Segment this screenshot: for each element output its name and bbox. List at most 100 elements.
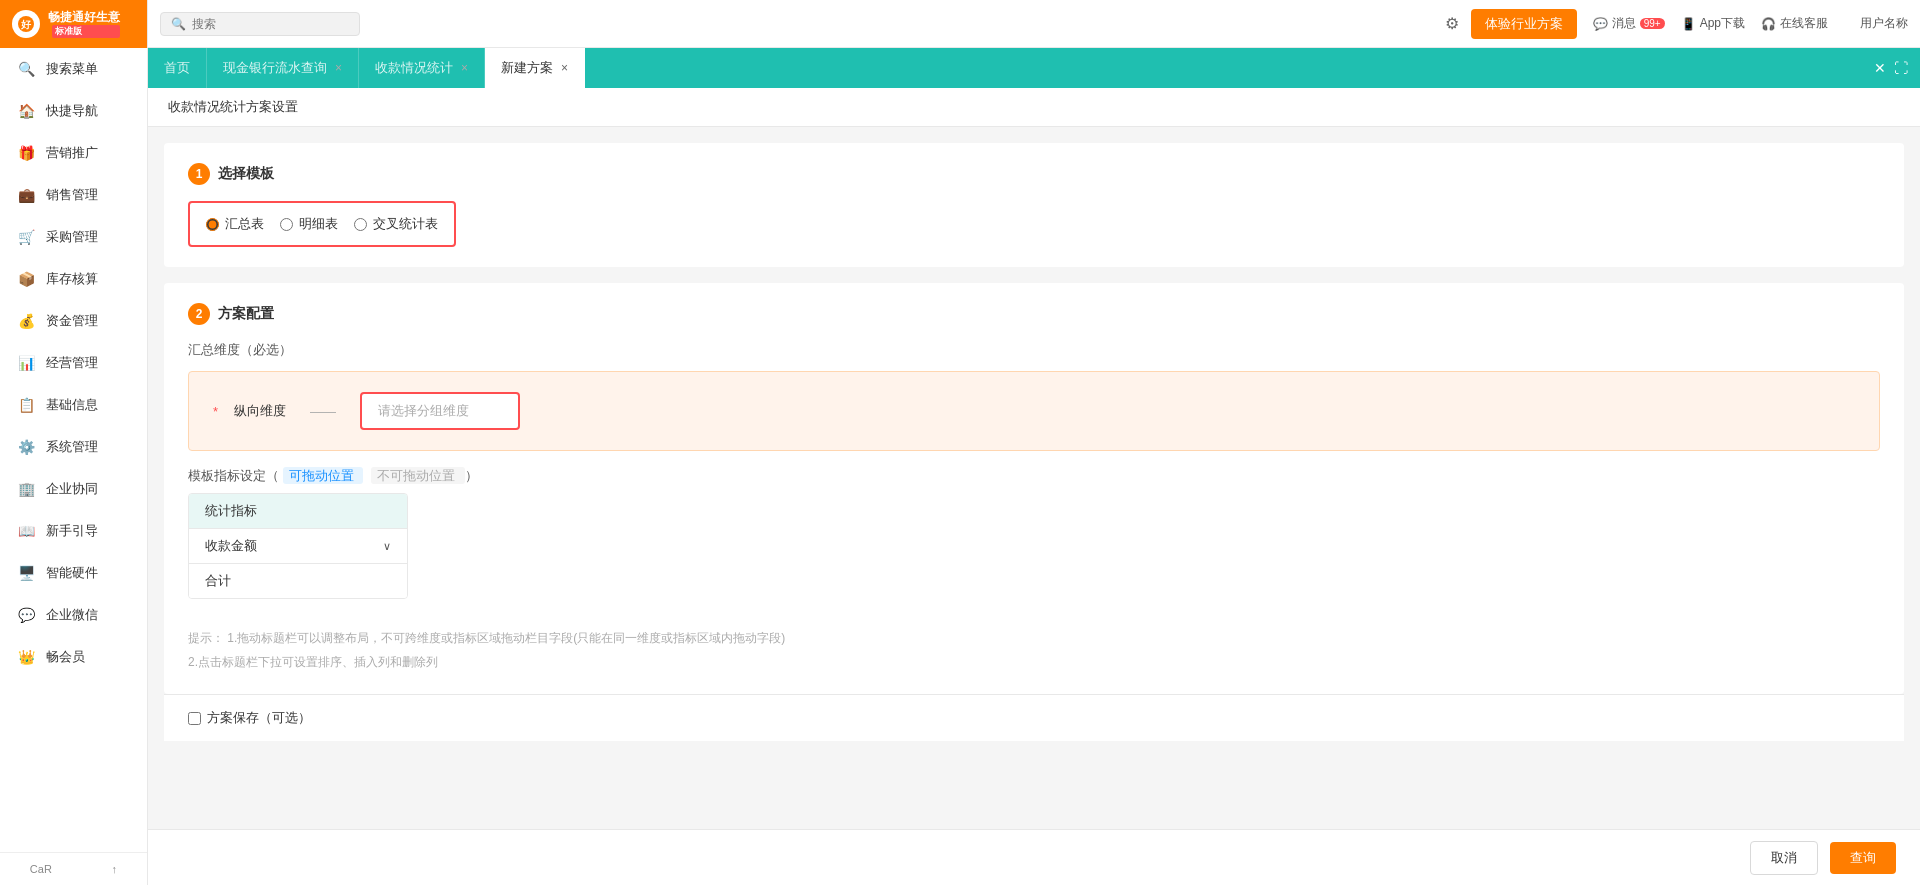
sidebar-item-hardware[interactable]: 🖥️ 智能硬件 [0, 552, 147, 594]
tab-new-plan-label: 新建方案 [501, 59, 553, 77]
sidebar-label-operations: 经营管理 [46, 354, 131, 372]
sidebar-item-system[interactable]: ⚙️ 系统管理 [0, 426, 147, 468]
sidebar-label-enterprise: 企业协同 [46, 480, 131, 498]
tab-bank-flow[interactable]: 现金银行流水查询 × [207, 48, 359, 88]
search-menu-icon: 🔍 [16, 61, 36, 77]
tab-collection-stat-close[interactable]: × [461, 61, 468, 75]
radio-detail-label: 明细表 [299, 215, 338, 233]
gear-icon[interactable]: ⚙ [1445, 14, 1459, 33]
app-download-action[interactable]: 📱 App下载 [1681, 15, 1745, 32]
tip-line-1: 提示： 1.拖动标题栏可以调整布局，不可跨维度或指标区域拖动栏目字段(只能在同一… [188, 626, 1880, 650]
tab-new-plan[interactable]: 新建方案 × [485, 48, 585, 88]
step2-num: 2 [188, 303, 210, 325]
radio-detail[interactable]: 明细表 [280, 215, 338, 233]
sidebar-label-basic-info: 基础信息 [46, 396, 131, 414]
step1-section: 1 选择模板 汇总表 明细表 [164, 143, 1904, 267]
dimension-placeholder: 请选择分组维度 [378, 403, 469, 418]
vertical-label: 纵向维度 [234, 402, 286, 420]
service-action[interactable]: 🎧 在线客服 [1761, 15, 1828, 32]
topbar-search-box[interactable]: 🔍 [160, 12, 360, 36]
logo-icon: 好 [12, 10, 40, 38]
basic-info-icon: 📋 [16, 397, 36, 413]
sidebar-item-enterprise[interactable]: 🏢 企业协同 [0, 468, 147, 510]
indicator-header: 模板指标设定（ 可拖动位置 不可拖动位置 ） [188, 467, 1880, 485]
sidebar-item-basic-info[interactable]: 📋 基础信息 [0, 384, 147, 426]
service-label: 在线客服 [1780, 15, 1828, 32]
search-input[interactable] [192, 17, 342, 31]
radio-cross-input[interactable] [354, 218, 367, 231]
tip-line-2: 2.点击标题栏下拉可设置排序、插入列和删除列 [188, 650, 1880, 674]
step2-label: 方案配置 [218, 305, 274, 323]
member-icon: 👑 [16, 649, 36, 665]
sidebar-item-marketing[interactable]: 🎁 营销推广 [0, 132, 147, 174]
industry-btn[interactable]: 体验行业方案 [1471, 9, 1577, 39]
step1-num: 1 [188, 163, 210, 185]
tab-home[interactable]: 首页 [148, 48, 207, 88]
tips-section: 提示： 1.拖动标题栏可以调整布局，不可跨维度或指标区域拖动栏目字段(只能在同一… [188, 626, 1880, 674]
tab-bank-flow-close[interactable]: × [335, 61, 342, 75]
not-draggable-badge: 不可拖动位置 [371, 467, 465, 484]
sidebar-item-wechat[interactable]: 💬 企业微信 [0, 594, 147, 636]
page-body: 1 选择模板 汇总表 明细表 [148, 127, 1920, 829]
tabbar-expand-icon[interactable]: ⛶ [1894, 60, 1908, 76]
tip1-text: 提示： 1.拖动标题栏可以调整布局，不可跨维度或指标区域拖动栏目字段(只能在同一… [188, 626, 785, 650]
amount-dropdown-icon[interactable]: ∨ [383, 540, 391, 553]
indicator-header-text: 模板指标设定（ 可拖动位置 不可拖动位置 ） [188, 467, 478, 485]
tab-new-plan-close[interactable]: × [561, 61, 568, 75]
radio-summary[interactable]: 汇总表 [206, 215, 264, 233]
radio-detail-input[interactable] [280, 218, 293, 231]
inventory-icon: 📦 [16, 271, 36, 287]
service-icon: 🎧 [1761, 17, 1776, 31]
sidebar-bottom-btn2[interactable]: ↑ [112, 863, 118, 875]
sidebar-item-guide[interactable]: 📖 新手引导 [0, 510, 147, 552]
sidebar-bottom-btn1[interactable]: CaR [30, 863, 52, 875]
tip2-text: 2.点击标题栏下拉可设置排序、插入列和删除列 [188, 650, 438, 674]
message-label: 消息 [1612, 15, 1636, 32]
logo-text: 畅捷通好生意 [48, 10, 120, 26]
sidebar-label-marketing: 营销推广 [46, 144, 131, 162]
operations-icon: 📊 [16, 355, 36, 371]
dimension-area: * 纵向维度 —— 请选择分组维度 [188, 371, 1880, 451]
content-area: 收款情况统计方案设置 1 选择模板 汇总表 [148, 88, 1920, 885]
cancel-button[interactable]: 取消 [1750, 841, 1818, 875]
wechat-icon: 💬 [16, 607, 36, 623]
sidebar-item-purchase[interactable]: 🛒 采购管理 [0, 216, 147, 258]
dimension-select[interactable]: 请选择分组维度 [360, 392, 520, 430]
logo-badge: 标准版 [52, 25, 120, 38]
amount-row-header[interactable]: 收款金额 ∨ [189, 529, 407, 564]
enterprise-icon: 🏢 [16, 481, 36, 497]
sidebar-item-sales[interactable]: 💼 销售管理 [0, 174, 147, 216]
template-radio-group: 汇总表 明细表 交叉统计表 [206, 215, 438, 233]
sidebar-bottom: CaR ↑ [0, 852, 147, 885]
total-row: 合计 [189, 564, 407, 598]
sidebar-item-inventory[interactable]: 📦 库存核算 [0, 258, 147, 300]
step2-title: 2 方案配置 [188, 303, 1880, 325]
sidebar-item-finance[interactable]: 💰 资金管理 [0, 300, 147, 342]
tab-collection-stat[interactable]: 收款情况统计 × [359, 48, 485, 88]
sidebar-label-sales: 销售管理 [46, 186, 131, 204]
save-checkbox[interactable] [188, 712, 201, 725]
message-icon: 💬 [1593, 17, 1608, 31]
radio-summary-input[interactable] [206, 218, 219, 231]
message-action[interactable]: 💬 消息 99+ [1593, 15, 1665, 32]
template-options-border: 汇总表 明细表 交叉统计表 [188, 201, 456, 247]
radio-cross-label: 交叉统计表 [373, 215, 438, 233]
sidebar-item-member[interactable]: 👑 畅会员 [0, 636, 147, 678]
sidebar-label-inventory: 库存核算 [46, 270, 131, 288]
query-button[interactable]: 查询 [1830, 842, 1896, 874]
tabbar-close-icon[interactable]: ✕ [1874, 60, 1886, 76]
sidebar-item-search-menu[interactable]: 🔍 搜索菜单 [0, 48, 147, 90]
app-icon: 📱 [1681, 17, 1696, 31]
topbar-user[interactable]: 用户名称 [1860, 15, 1908, 32]
total-label: 合计 [205, 573, 231, 588]
radio-cross[interactable]: 交叉统计表 [354, 215, 438, 233]
tabbar: 首页 现金银行流水查询 × 收款情况统计 × 新建方案 × ✕ ⛶ [148, 48, 1920, 88]
sidebar-item-operations[interactable]: 📊 经营管理 [0, 342, 147, 384]
indicator-table: 统计指标 收款金额 ∨ 合计 [188, 493, 408, 599]
dimension-label: 汇总维度（必选） [188, 341, 1880, 359]
save-label: 方案保存（可选） [207, 709, 311, 727]
tab-bank-flow-label: 现金银行流水查询 [223, 59, 327, 77]
sidebar-label-quick-nav: 快捷导航 [46, 102, 131, 120]
sidebar-item-quick-nav[interactable]: 🏠 快捷导航 [0, 90, 147, 132]
draggable-badge: 可拖动位置 [283, 467, 364, 484]
